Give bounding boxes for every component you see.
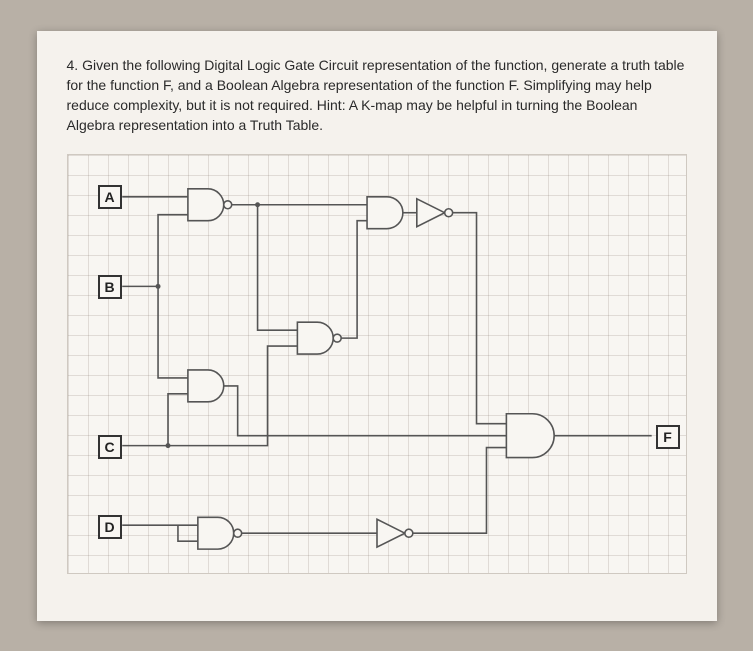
question-number: 4. [67,57,79,73]
gate-nand-g1C [297,322,333,354]
gate-and-g1g3 [367,196,403,228]
worksheet-page: 4. Given the following Digital Logic Gat… [37,31,717,621]
gate-and-final [506,413,554,457]
gate-not-g4 [416,198,444,226]
gate-nand-DD [197,517,233,549]
gate-not-g6 [377,519,405,547]
circuit-diagram: A B C D F [67,154,687,574]
question-text: 4. Given the following Digital Logic Gat… [67,55,687,136]
question-body: Given the following Digital Logic Gate C… [67,57,685,134]
gate-and-BC [187,370,223,402]
gate-nand-AB [187,189,223,221]
circuit-svg [68,155,686,573]
